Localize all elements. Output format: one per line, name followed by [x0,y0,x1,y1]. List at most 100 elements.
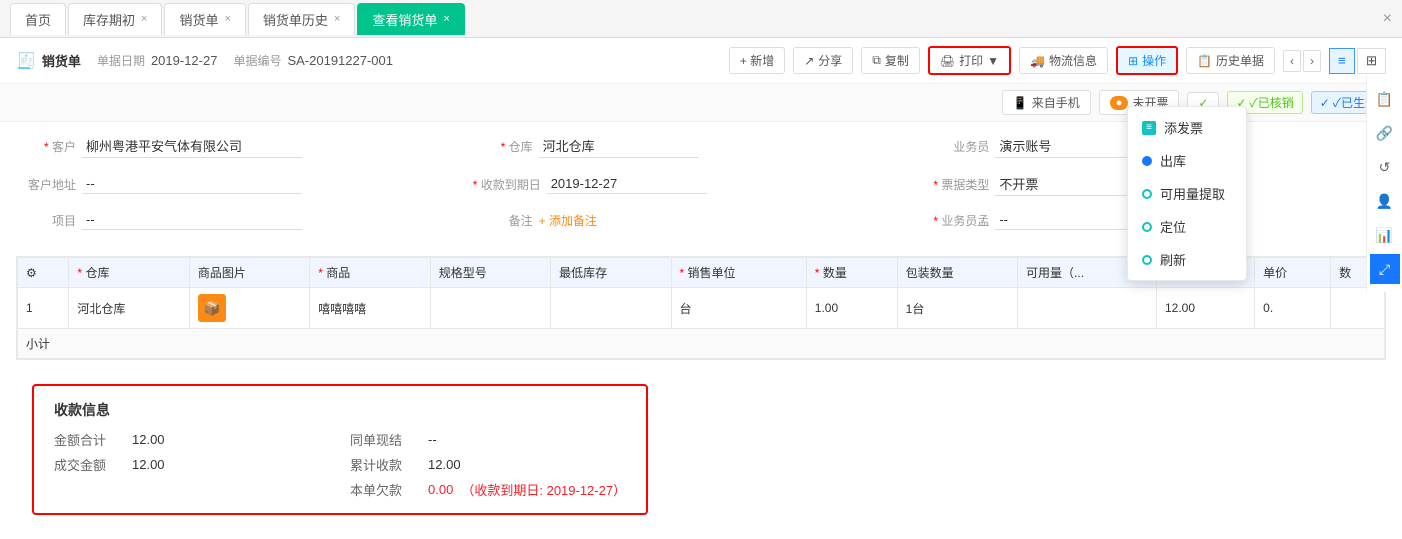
tab-home[interactable]: 首页 [10,3,66,35]
sidebar-chart-icon[interactable]: 📊 [1370,220,1400,250]
ticket-label: 票据类型 [929,176,989,193]
plus-icon: + [539,214,549,228]
list-view-button[interactable]: ≡ [1329,48,1355,74]
phone-icon: 📱 [1013,96,1028,110]
nav-arrows: ‹ › [1283,50,1321,72]
operation-dropdown: ≡ 添发票 出库 可用量提取 定位 刷新 [1127,106,1247,281]
owed-label: 本单欠款 [350,480,420,499]
row-pkg: 1台 [897,288,1017,329]
tab-history-close[interactable]: × [334,13,340,25]
new-button[interactable]: + 新增 [729,47,785,74]
dropdown-available[interactable]: 可用量提取 [1128,177,1246,210]
tab-view-sales[interactable]: 查看销货单 × [357,3,464,35]
history-button[interactable]: 📋 历史单据 [1186,47,1275,74]
dropdown-add-invoice[interactable]: ≡ 添发票 [1128,111,1246,144]
note-label: 备注 [473,212,533,229]
row-qty: 1.00 [806,288,897,329]
tab-inventory-close[interactable]: × [141,13,147,25]
tab-view-sales-close[interactable]: × [443,13,449,25]
prev-button[interactable]: ‹ [1283,50,1301,72]
sidebar-clipboard-icon[interactable]: 📋 [1370,84,1400,114]
tab-sales-label: 销货单 [179,10,218,29]
dropdown-locate[interactable]: 定位 [1128,210,1246,243]
main-container: 🧾 销货单 单据日期 2019-12-27 单据编号 SA-20191227-0… [0,38,1402,539]
operation-button-label: 操作 [1142,52,1166,69]
copy-icon: ⧉ [872,53,881,68]
print-button[interactable]: 🖨 打印 ▼ [928,46,1011,75]
operation-icon: ⊞ [1128,54,1138,68]
owed-value: 0.00 [428,482,453,497]
doc-title: 🧾 销货单 [16,51,81,71]
col-product: 商品 [310,258,430,288]
col-settings[interactable]: ⚙ [18,258,69,288]
table-row: 1 河北仓库 📦 嘻嘻嘻嘻 台 1.00 1台 12.00 0. [18,288,1385,329]
same-order-row: 同单现结 -- [350,430,626,449]
outbound-label: 出库 [1160,151,1186,170]
customer-group: 客户 柳州粤港平安气体有限公司 [16,134,473,158]
logistics-icon: 🚚 [1030,54,1045,68]
tab-sales-close[interactable]: × [224,13,230,25]
tab-inventory-label: 库存期初 [83,10,135,29]
dropdown-refresh[interactable]: 刷新 [1128,243,1246,276]
doc-actions: + 新增 ↗ 分享 ⧉ 复制 🖨 打印 ▼ 🚚 物流信息 ⊞ 操作 [729,46,1386,75]
due-date-value: 2019-12-27 [547,174,707,194]
warehouse-label: 仓库 [473,138,533,155]
add-note-label: 添加备注 [549,214,597,228]
warehouse-group: 仓库 河北仓库 [473,134,930,158]
view-toggle: ≡ ⊞ [1329,48,1386,74]
tab-bar-close[interactable]: × [1383,10,1392,28]
col-unit: 销售单位 [671,258,806,288]
payment-info-title: 收款信息 [54,400,626,420]
address-group: 客户地址 -- [16,174,473,194]
tab-sales[interactable]: 销货单 × [164,3,245,35]
owed-row: 本单欠款 0.00 （收款到期日: 2019-12-27） [350,480,626,499]
add-note-button[interactable]: + 添加备注 [539,212,597,229]
same-order-label: 同单现结 [350,430,420,449]
doc-icon: 🧾 [16,51,36,71]
sidebar-user-icon[interactable]: 👤 [1370,186,1400,216]
row-available [1018,288,1157,329]
share-button[interactable]: ↗ 分享 [793,47,853,74]
refresh-icon [1142,255,1152,265]
effect-icon: ✓ [1320,96,1330,110]
tab-history[interactable]: 销货单历史 × [248,3,355,35]
operation-button[interactable]: ⊞ 操作 [1116,46,1178,75]
subtotal-row: 小计 [18,329,1385,359]
outbound-icon [1142,156,1152,166]
grid-view-button[interactable]: ⊞ [1357,48,1386,74]
subtotal-label: 小计 [18,329,1385,359]
col-spec: 规格型号 [430,258,550,288]
doc-date-group: 单据日期 2019-12-27 [97,52,218,69]
total-value: 12.00 [132,432,165,447]
payment-info-box: 收款信息 金额合计 12.00 同单现结 -- 成交金额 12.00 累计收款 … [32,384,648,515]
right-sidebar: 📋 🔗 ↺ 👤 📊 ⤢ [1366,76,1402,292]
copy-button-label: 复制 [885,52,909,69]
logistics-button[interactable]: 🚚 物流信息 [1019,47,1108,74]
from-phone-label: 来自手机 [1032,94,1080,111]
available-label: 可用量提取 [1160,184,1225,203]
share-icon: ↗ [804,54,814,68]
project-label: 项目 [16,212,76,229]
tab-bar: 首页 库存期初 × 销货单 × 销货单历史 × 查看销货单 × × [0,0,1402,38]
tab-inventory[interactable]: 库存期初 × [68,3,162,35]
locate-icon [1142,222,1152,232]
next-button[interactable]: › [1303,50,1321,72]
copy-button[interactable]: ⧉ 复制 [861,47,920,74]
sidebar-link-icon[interactable]: 🔗 [1370,118,1400,148]
row-no: 1 [18,288,69,329]
print-icon: 🖨 [940,54,955,68]
print-button-label: 打印 [959,52,983,69]
customer-value: 柳州粤港平安气体有限公司 [82,134,302,158]
col-warehouse: 仓库 [69,258,189,288]
sidebar-expand-icon[interactable]: ⤢ [1370,254,1400,284]
from-phone-button[interactable]: 📱 来自手机 [1002,90,1091,115]
sidebar-refresh-icon[interactable]: ↺ [1370,152,1400,182]
row-price: 0. [1255,288,1331,329]
add-invoice-label: 添发票 [1164,118,1203,137]
project-value: -- [82,210,302,230]
row-stock: 12.00 [1156,288,1254,329]
doc-title-text: 销货单 [42,51,81,70]
staff2-label: 业务员孟 [929,212,989,229]
row-amount [1331,288,1385,329]
dropdown-outbound[interactable]: 出库 [1128,144,1246,177]
